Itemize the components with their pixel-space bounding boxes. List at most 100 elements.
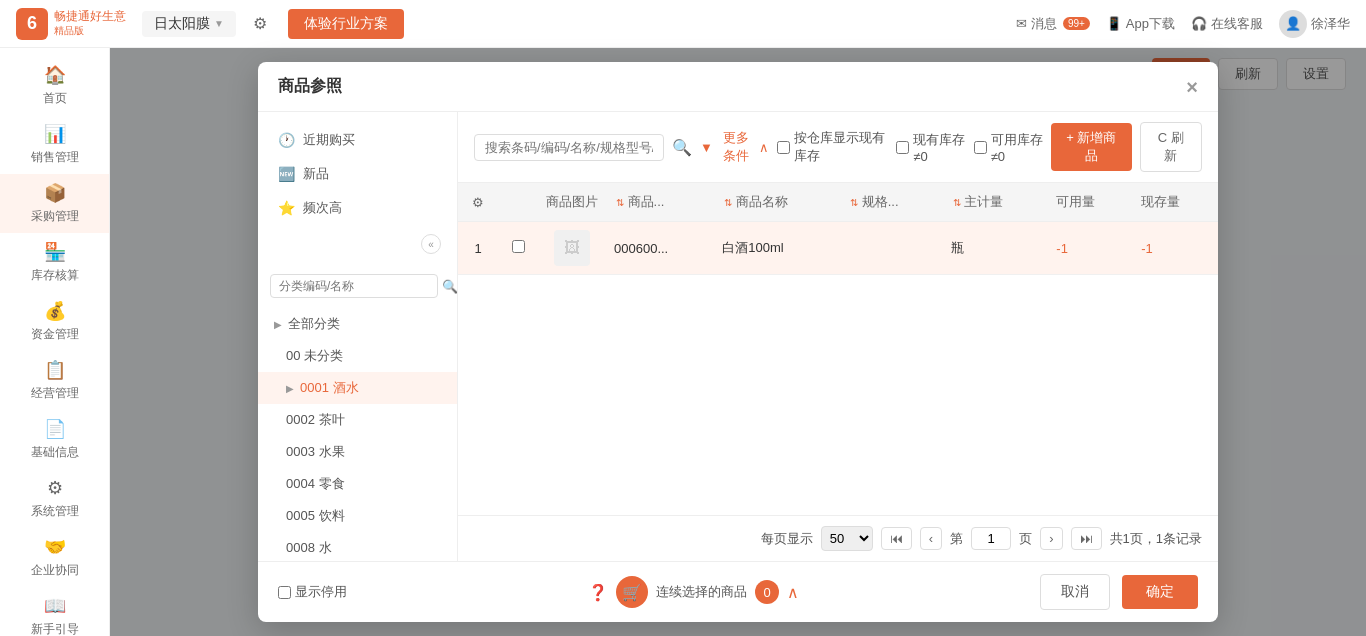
sidebar-label-system: 系统管理 <box>31 503 79 520</box>
col-header-unit[interactable]: ⇅ 主计量 <box>943 183 1049 222</box>
tree-item-all[interactable]: ▶ 全部分类 <box>258 308 457 340</box>
sidebar-item-purchase[interactable]: 📦 采购管理 <box>0 174 109 233</box>
sort-icon-name: ⇅ <box>724 197 732 208</box>
prev-page-button[interactable]: ‹ <box>920 527 942 550</box>
new-icon: 🆕 <box>278 166 295 182</box>
sidebar-item-business[interactable]: 📋 经营管理 <box>0 351 109 410</box>
modal-body: 🕐 近期购买 🆕 新品 ⭐ 频次高 <box>258 112 1218 561</box>
help-icon[interactable]: ❓ <box>588 583 608 602</box>
first-page-button[interactable]: ⏮ <box>881 527 912 550</box>
tree-item-drink[interactable]: 0005 饮料 <box>258 500 457 532</box>
tree-label-snack: 0004 零食 <box>286 475 345 493</box>
table-row[interactable]: 1 🖼 000600... 白酒100ml <box>458 222 1218 275</box>
checkbox-stock-ne-input[interactable] <box>896 141 909 154</box>
checkbox-warehouse-input[interactable] <box>777 141 790 154</box>
filter-arrow-icon: ∧ <box>759 140 769 155</box>
sort-icon-code: ⇅ <box>616 197 624 208</box>
search-button[interactable]: 🔍 <box>672 138 692 157</box>
sidebar-item-finance[interactable]: 💰 资金管理 <box>0 292 109 351</box>
filter-button[interactable]: ▼ 更多条件 ∧ <box>700 129 769 165</box>
tree-item-fruit[interactable]: 0003 水果 <box>258 436 457 468</box>
cancel-button[interactable]: 取消 <box>1040 574 1110 610</box>
left-panel-top: 🕐 近期购买 🆕 新品 ⭐ 频次高 <box>258 120 457 228</box>
search-input[interactable] <box>474 134 664 161</box>
tree-item-tea[interactable]: 0002 茶叶 <box>258 404 457 436</box>
checkbox-available-ne-label: 可用库存≠0 <box>991 131 1043 164</box>
top-nav: 6 畅捷通好生意 精品版 日太阳膜 ▼ ⚙ 体验行业方案 ✉ 消息 99+ 📱 … <box>0 0 1366 48</box>
row-checkbox[interactable] <box>512 240 525 253</box>
new-product-item[interactable]: 🆕 新品 <box>266 158 449 190</box>
row-img-cell: 🖼 <box>538 222 606 275</box>
page-input[interactable] <box>971 527 1011 550</box>
page-size-label: 每页显示 <box>761 530 813 548</box>
content-area: 查询 刷新 设置 商品参照 × 🕐 <box>110 48 1366 636</box>
page-size-select[interactable]: 50 20 100 <box>821 526 873 551</box>
checkbox-stock-ne-label: 现有库存≠0 <box>913 131 965 164</box>
page-label: 第 <box>950 530 963 548</box>
logo-area: 6 畅捷通好生意 精品版 <box>16 8 126 40</box>
product-image: 🖼 <box>554 230 590 266</box>
checkbox-warehouse[interactable]: 按仓库显示现有库存 <box>777 129 888 165</box>
online-service-item[interactable]: 🎧 在线客服 <box>1191 15 1263 33</box>
nav-selector[interactable]: 日太阳膜 ▼ <box>142 11 236 37</box>
confirm-button[interactable]: 确定 <box>1122 575 1198 609</box>
show-disabled-checkbox[interactable]: 显示停用 <box>278 583 347 601</box>
sidebar-item-home[interactable]: 🏠 首页 <box>0 56 109 115</box>
checkbox-available-ne-input[interactable] <box>974 141 987 154</box>
checkbox-available-ne[interactable]: 可用库存≠0 <box>974 131 1043 164</box>
sidebar-label-home: 首页 <box>43 90 67 107</box>
logo-sub: 精品版 <box>54 24 126 38</box>
message-icon: ✉ <box>1016 16 1027 31</box>
sidebar-item-system[interactable]: ⚙ 系统管理 <box>0 469 109 528</box>
sales-icon: 📊 <box>44 123 66 145</box>
message-badge: 99+ <box>1063 17 1090 30</box>
sidebar-label-inventory: 库存核算 <box>31 267 79 284</box>
tree-item-water[interactable]: 0008 水 <box>258 532 457 561</box>
col-header-settings[interactable]: ⚙ <box>458 183 498 222</box>
frequent-item[interactable]: ⭐ 频次高 <box>266 192 449 224</box>
collapse-button[interactable]: « <box>421 234 441 254</box>
table-area: ⚙ 商品图片 ⇅ 商品... ⇅ <box>458 183 1218 515</box>
nav-selector-label: 日太阳膜 <box>154 15 210 33</box>
row-checkbox-cell[interactable] <box>498 222 538 275</box>
refresh-product-button[interactable]: C 刷新 <box>1140 122 1202 172</box>
last-page-button[interactable]: ⏭ <box>1071 527 1102 550</box>
col-header-spec[interactable]: ⇅ 规格... <box>840 183 942 222</box>
experience-button[interactable]: 体验行业方案 <box>288 9 404 39</box>
footer-collapse-icon[interactable]: ∧ <box>787 583 799 602</box>
row-name: 白酒100ml <box>714 222 840 275</box>
show-disabled-input[interactable] <box>278 586 291 599</box>
left-panel: 🕐 近期购买 🆕 新品 ⭐ 频次高 <box>258 112 458 561</box>
sidebar-item-guide[interactable]: 📖 新手引导 <box>0 587 109 636</box>
sidebar-item-inventory[interactable]: 🏪 库存核算 <box>0 233 109 292</box>
modal-dialog: 商品参照 × 🕐 近期购买 🆕 <box>258 62 1218 622</box>
close-button[interactable]: × <box>1186 77 1198 97</box>
sidebar-item-enterprise[interactable]: 🤝 企业协同 <box>0 528 109 587</box>
sidebar-label-purchase: 采购管理 <box>31 208 79 225</box>
sidebar-label-finance: 资金管理 <box>31 326 79 343</box>
sidebar-item-basic[interactable]: 📄 基础信息 <box>0 410 109 469</box>
category-search-icon[interactable]: 🔍 <box>442 279 458 294</box>
col-header-name[interactable]: ⇅ 商品名称 <box>714 183 840 222</box>
star-icon: ⭐ <box>278 200 295 216</box>
tree-label-uncategorized: 00 未分类 <box>286 347 343 365</box>
tree-item-alcohol[interactable]: ▶ 0001 酒水 <box>258 372 457 404</box>
user-item[interactable]: 👤 徐泽华 <box>1279 10 1350 38</box>
sidebar-label-sales: 销售管理 <box>31 149 79 166</box>
col-header-code[interactable]: ⇅ 商品... <box>606 183 714 222</box>
message-label: 消息 <box>1031 15 1057 33</box>
next-page-button[interactable]: › <box>1040 527 1062 550</box>
category-search-input[interactable] <box>270 274 438 298</box>
product-table: ⚙ 商品图片 ⇅ 商品... ⇅ <box>458 183 1218 275</box>
settings-icon[interactable]: ⚙ <box>244 8 276 40</box>
sidebar-item-sales[interactable]: 📊 销售管理 <box>0 115 109 174</box>
cart-button[interactable]: 🛒 <box>616 576 648 608</box>
tree-item-snack[interactable]: 0004 零食 <box>258 468 457 500</box>
checkbox-stock-ne[interactable]: 现有库存≠0 <box>896 131 965 164</box>
add-product-button[interactable]: + 新增商品 <box>1051 123 1132 171</box>
message-item[interactable]: ✉ 消息 99+ <box>1016 15 1090 33</box>
tree-item-uncategorized[interactable]: 00 未分类 <box>258 340 457 372</box>
app-download-item[interactable]: 📱 App下载 <box>1106 15 1175 33</box>
recent-purchase-item[interactable]: 🕐 近期购买 <box>266 124 449 156</box>
sort-icon-spec: ⇅ <box>850 197 858 208</box>
